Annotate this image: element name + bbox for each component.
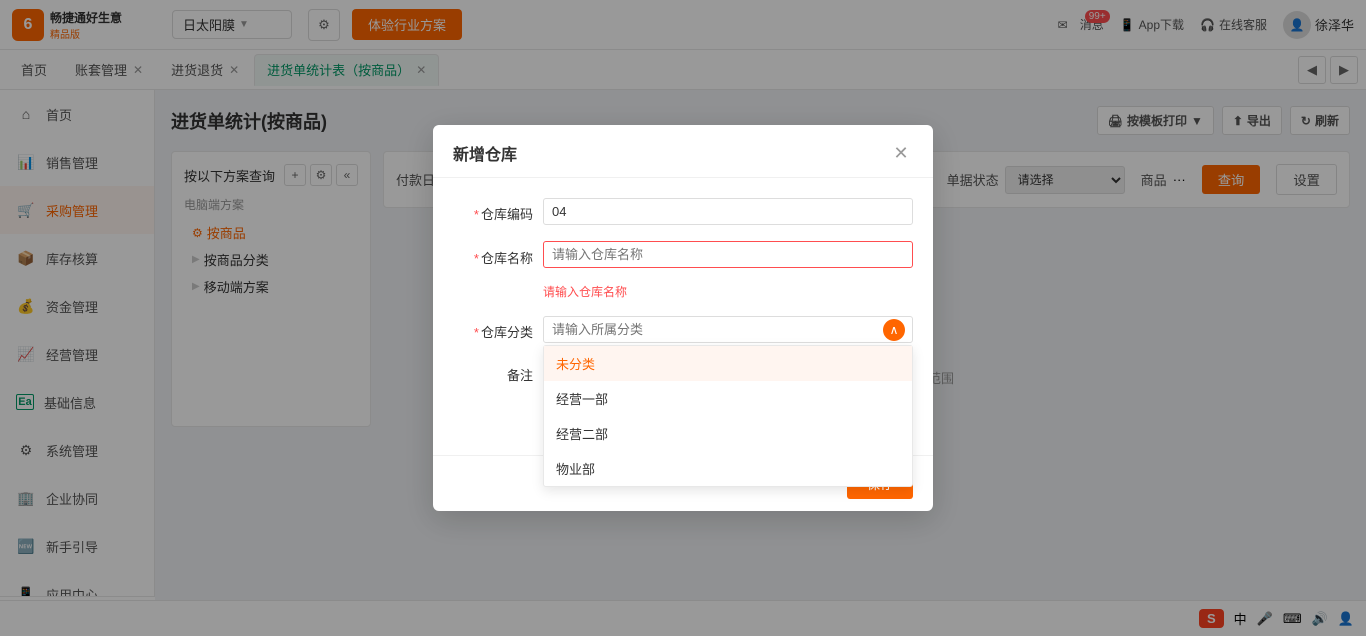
form-row-category: *仓库分类 ∧ 未分类 经营一部 经营二部 物业部 <box>453 316 913 343</box>
category-dropdown-list: 未分类 经营一部 经营二部 物业部 <box>543 345 913 487</box>
dialog-header: 新增仓库 ✕ <box>433 125 933 178</box>
dropdown-item-1[interactable]: 经营一部 <box>544 381 912 416</box>
new-warehouse-dialog: 新增仓库 ✕ *仓库编码 *仓库名称 请输入仓库名称 <box>433 125 933 511</box>
modal-overlay[interactable]: 新增仓库 ✕ *仓库编码 *仓库名称 请输入仓库名称 <box>0 0 1366 636</box>
dialog-close-btn[interactable]: ✕ <box>889 141 913 165</box>
dropdown-item-3[interactable]: 物业部 <box>544 451 912 486</box>
code-label: *仓库编码 <box>453 198 533 223</box>
dropdown-item-0[interactable]: 未分类 <box>544 346 912 381</box>
category-select-wrapper: ∧ 未分类 经营一部 经营二部 物业部 <box>543 316 913 343</box>
dialog-title: 新增仓库 <box>453 141 517 165</box>
dropdown-item-2[interactable]: 经营二部 <box>544 416 912 451</box>
code-input[interactable] <box>543 198 913 225</box>
category-input[interactable] <box>543 316 913 343</box>
name-label: *仓库名称 <box>453 242 533 267</box>
category-dropdown-btn[interactable]: ∧ <box>883 319 905 341</box>
form-row-code: *仓库编码 <box>453 198 913 225</box>
name-input[interactable] <box>543 241 913 268</box>
note-label: 备注 <box>453 359 533 384</box>
form-row-name: *仓库名称 请输入仓库名称 <box>453 241 913 300</box>
dialog-body: *仓库编码 *仓库名称 请输入仓库名称 *仓库分类 <box>433 178 933 455</box>
name-error-msg: 请输入仓库名称 <box>543 283 627 300</box>
category-label: *仓库分类 <box>453 316 533 341</box>
